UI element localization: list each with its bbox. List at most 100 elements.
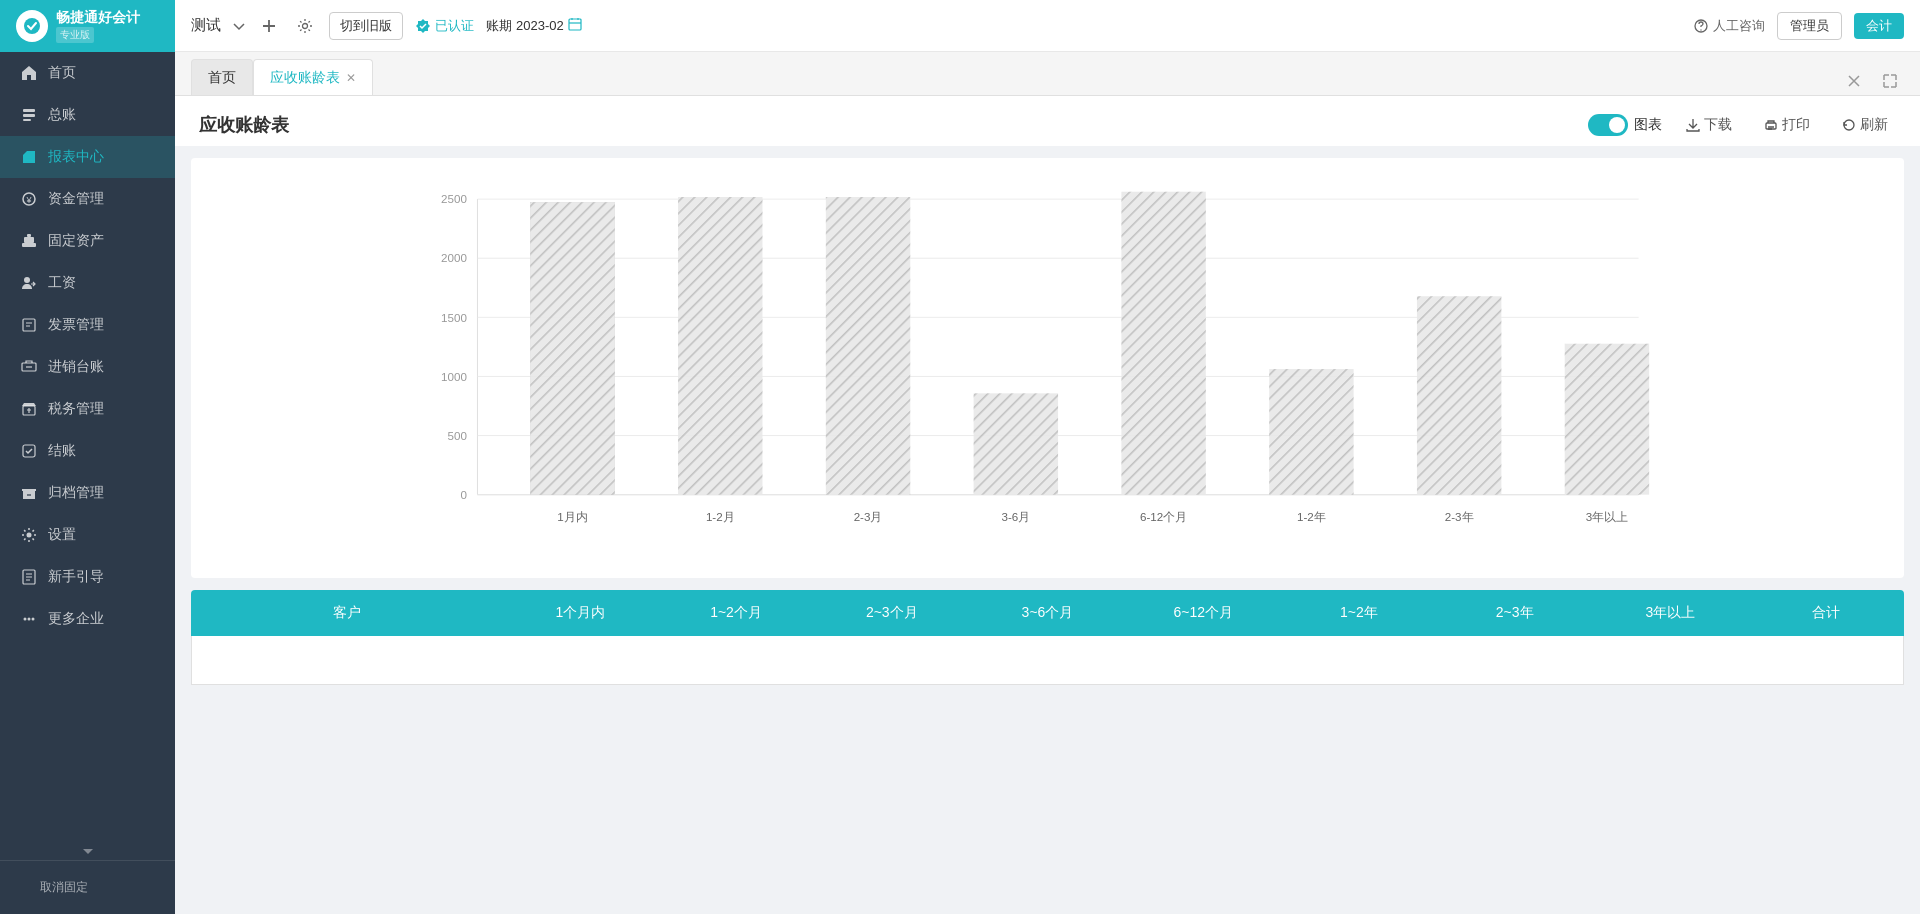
sidebar-item-more[interactable]: 更多企业 (0, 598, 175, 640)
certified-label: 已认证 (435, 17, 474, 35)
print-label: 打印 (1782, 116, 1810, 134)
print-button[interactable]: 打印 (1756, 112, 1818, 138)
certified-badge: 已认证 (415, 17, 474, 35)
tab-ar-aging-label: 应收账龄表 (270, 69, 340, 87)
invoice-icon (20, 316, 38, 334)
bar-chart: 0 500 1000 1500 2000 2500 (211, 178, 1884, 558)
user-button[interactable]: 管理员 (1777, 12, 1842, 40)
sidebar-nav: 首页 总账 报表中心 ¥ 资金管理 (0, 52, 175, 844)
sidebar-label-invoice: 发票管理 (48, 316, 104, 334)
company-name: 测试 (191, 16, 221, 35)
svg-rect-22 (569, 19, 581, 30)
svg-rect-9 (24, 237, 34, 243)
chart-toggle[interactable]: 图表 (1588, 114, 1662, 136)
svg-point-16 (27, 533, 32, 538)
svg-rect-42 (678, 197, 762, 495)
sidebar-item-close[interactable]: 结账 (0, 430, 175, 472)
svg-rect-2 (23, 114, 35, 117)
svg-point-11 (24, 277, 30, 283)
capital-icon: ¥ (20, 190, 38, 208)
sidebar-item-settings[interactable]: 设置 (0, 514, 175, 556)
page-header: 应收账龄表 图表 下载 打印 (175, 96, 1920, 146)
svg-rect-5 (26, 160, 32, 162)
tax-icon (20, 400, 38, 418)
settings-icon (20, 526, 38, 544)
logo-text: 畅捷通好会计 专业版 (56, 9, 140, 44)
svg-rect-1 (23, 109, 35, 112)
refresh-button[interactable]: 刷新 (1834, 112, 1896, 138)
consultation-button[interactable]: 人工咨询 (1693, 17, 1765, 35)
svg-rect-12 (23, 319, 35, 331)
sidebar-item-reports[interactable]: 报表中心 (0, 136, 175, 178)
toggle-knob[interactable] (1588, 114, 1628, 136)
tab-close-icon[interactable]: ✕ (346, 71, 356, 85)
reports-icon (20, 148, 38, 166)
sidebar-item-fixed-assets[interactable]: 固定资产 (0, 220, 175, 262)
top-nav: 测试 切到旧版 已认证 账期 2023-02 (175, 0, 1920, 52)
svg-rect-45 (1121, 192, 1205, 495)
table-col-customer: 客户 (191, 590, 502, 636)
svg-rect-8 (22, 243, 36, 247)
sidebar-item-tax[interactable]: 税务管理 (0, 388, 175, 430)
sidebar-label-home: 首页 (48, 64, 76, 82)
svg-text:2500: 2500 (441, 192, 467, 205)
main-content: 测试 切到旧版 已认证 账期 2023-02 (175, 0, 1920, 914)
svg-rect-41 (530, 202, 614, 494)
sidebar-footer: 取消固定 (0, 860, 175, 914)
sidebar-item-home[interactable]: 首页 (0, 52, 175, 94)
app-edition: 专业版 (56, 27, 94, 43)
sidebar-item-ledger[interactable]: 总账 (0, 94, 175, 136)
svg-point-20 (32, 618, 35, 621)
table-col-1m: 1个月内 (502, 590, 658, 636)
sidebar-label-payroll: 工资 (48, 274, 76, 292)
tab-close-window-button[interactable] (1840, 67, 1868, 95)
sidebar-label-archive: 归档管理 (48, 484, 104, 502)
svg-text:3年以上: 3年以上 (1586, 510, 1628, 523)
svg-text:¥: ¥ (25, 195, 32, 205)
sidebar-item-inventory[interactable]: 进销台账 (0, 346, 175, 388)
page-actions: 图表 下载 打印 刷新 (1588, 112, 1896, 138)
svg-rect-44 (974, 393, 1058, 494)
sidebar-item-payroll[interactable]: 工资 (0, 262, 175, 304)
payroll-icon (20, 274, 38, 292)
sidebar-item-archive[interactable]: 归档管理 (0, 472, 175, 514)
add-button[interactable] (257, 14, 281, 38)
guide-icon (20, 568, 38, 586)
accountant-button[interactable]: 会计 (1854, 13, 1904, 39)
scroll-down-indicator (0, 844, 175, 860)
sidebar-item-guide[interactable]: 新手引导 (0, 556, 175, 598)
table-body (191, 636, 1904, 685)
tab-ar-aging[interactable]: 应收账龄表 ✕ (253, 59, 373, 95)
sidebar-label-ledger: 总账 (48, 106, 76, 124)
period-value: 2023-02 (516, 18, 564, 33)
svg-text:2000: 2000 (441, 251, 467, 264)
tab-expand-button[interactable] (1876, 67, 1904, 95)
switch-old-version-button[interactable]: 切到旧版 (329, 12, 403, 40)
sidebar-item-capital[interactable]: ¥ 资金管理 (0, 178, 175, 220)
svg-rect-47 (1417, 296, 1501, 494)
download-button[interactable]: 下载 (1678, 112, 1740, 138)
more-icon (20, 610, 38, 628)
page-content: 应收账龄表 图表 下载 打印 (175, 96, 1920, 914)
nav-settings-icon[interactable] (293, 14, 317, 38)
svg-text:2-3月: 2-3月 (854, 510, 883, 523)
account-period: 账期 2023-02 (486, 17, 582, 35)
sidebar-label-guide: 新手引导 (48, 568, 104, 586)
svg-text:500: 500 (448, 429, 467, 442)
sidebar-label-close: 结账 (48, 442, 76, 460)
tab-bar: 首页 应收账龄表 ✕ (175, 52, 1920, 96)
sidebar-label-capital: 资金管理 (48, 190, 104, 208)
sidebar-item-invoice[interactable]: 发票管理 (0, 304, 175, 346)
table-col-1-2y: 1~2年 (1281, 590, 1437, 636)
sidebar-label-fixed-assets: 固定资产 (48, 232, 104, 250)
company-dropdown-icon[interactable] (233, 18, 245, 34)
calendar-icon[interactable] (568, 17, 582, 34)
svg-text:1-2年: 1-2年 (1297, 510, 1326, 523)
table-col-2-3m: 2~3个月 (814, 590, 970, 636)
ledger-icon (20, 106, 38, 124)
cancel-fixed-button[interactable]: 取消固定 (10, 871, 165, 904)
archive-icon (20, 484, 38, 502)
app-logo: 畅捷通好会计 专业版 (0, 0, 175, 52)
page-title: 应收账龄表 (199, 113, 289, 137)
tab-home[interactable]: 首页 (191, 59, 253, 95)
